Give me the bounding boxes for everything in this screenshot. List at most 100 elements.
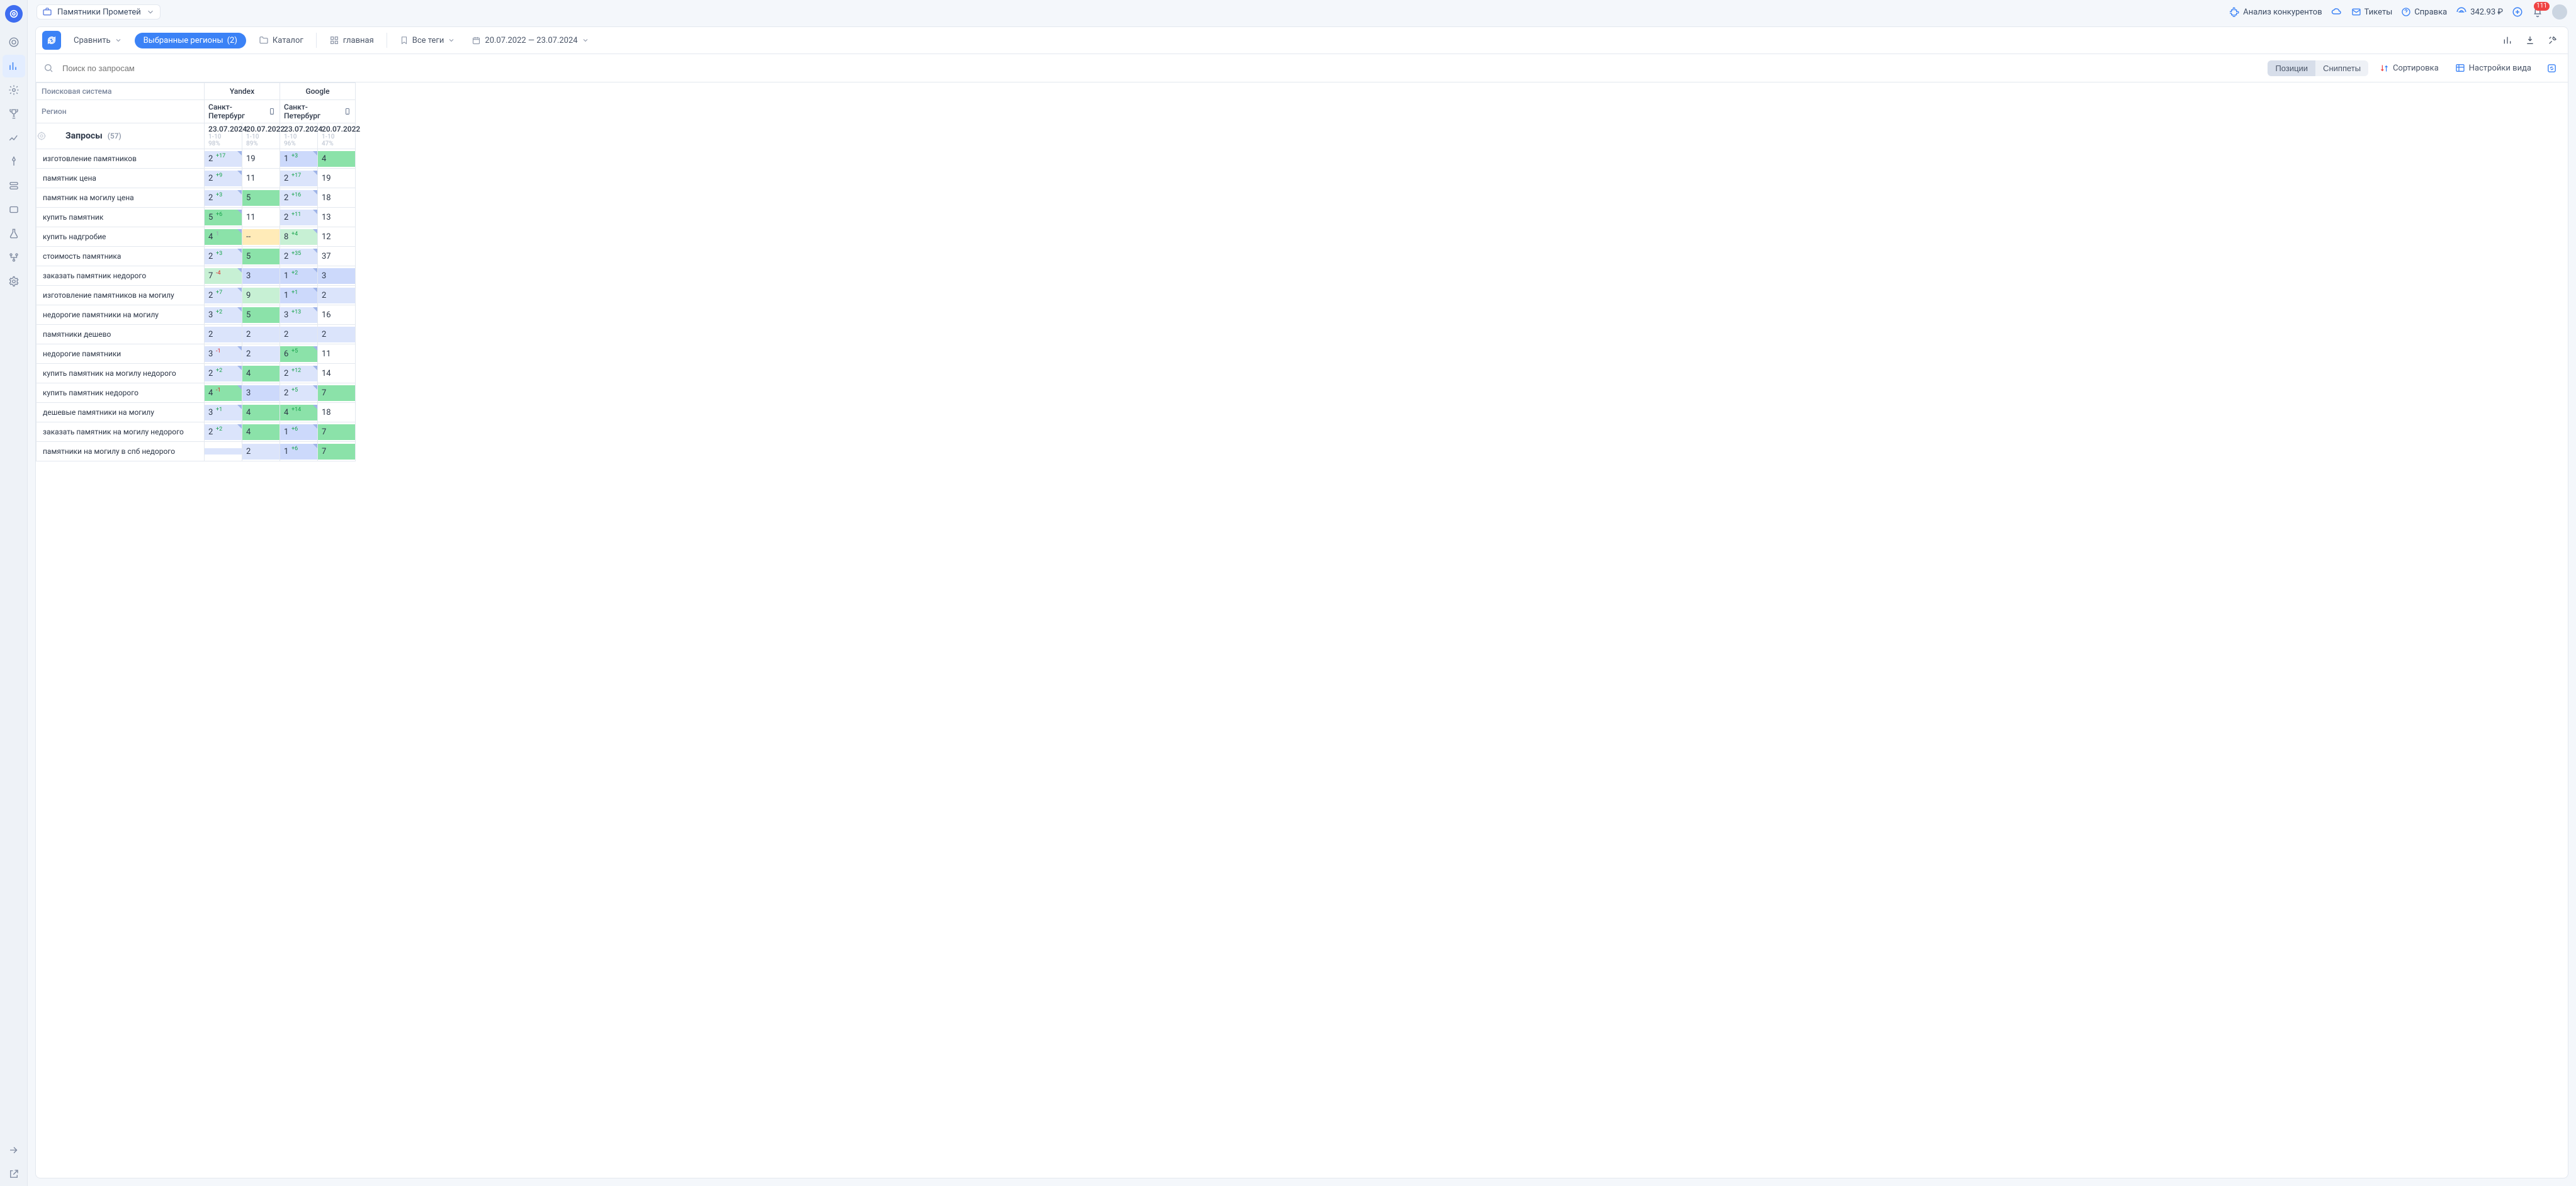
nav-settings-icon[interactable]	[3, 270, 25, 293]
date-range-picker[interactable]: 20.07.2022 — 23.07.2024	[468, 33, 592, 48]
position-cell[interactable]: 11	[242, 169, 280, 188]
position-cell[interactable]: 14	[318, 364, 356, 383]
query-cell[interactable]: заказать памятник на могилу недорого	[37, 422, 205, 442]
query-cell[interactable]: недорогие памятники на могилу	[37, 305, 205, 325]
query-cell[interactable]: купить памятник недорого	[37, 383, 205, 403]
nav-db-icon[interactable]	[3, 174, 25, 197]
position-cell[interactable]: 3+2	[205, 305, 242, 325]
nav-external-icon[interactable]	[3, 1163, 25, 1185]
position-cell[interactable]: 1+6	[280, 422, 318, 442]
th-date-1[interactable]: 20.07.20221-1089%	[242, 123, 280, 149]
position-cell[interactable]: 7	[318, 442, 356, 461]
help-link[interactable]: Справка	[2401, 7, 2447, 17]
position-cell[interactable]: 18	[318, 403, 356, 422]
position-cell[interactable]: 1+6	[280, 442, 318, 461]
tab-positions[interactable]: Позиции	[2268, 60, 2315, 76]
th-engine-yandex[interactable]: Yandex	[205, 83, 280, 100]
position-cell[interactable]: 4	[318, 149, 356, 169]
position-cell[interactable]: 13	[318, 208, 356, 227]
nav-box-icon[interactable]	[3, 198, 25, 221]
position-cell[interactable]: 4	[242, 364, 280, 383]
position-cell[interactable]: 2+2	[205, 422, 242, 442]
query-cell[interactable]: памятники дешево	[37, 325, 205, 344]
position-cell[interactable]: 2+9	[205, 169, 242, 188]
position-cell[interactable]: 41	[205, 227, 242, 247]
search-input[interactable]	[60, 61, 2261, 76]
position-cell[interactable]: 3	[318, 266, 356, 286]
positions-table-wrap[interactable]: Поисковая система Yandex Google Регион С…	[35, 82, 2568, 1178]
position-cell[interactable]: 2+2	[205, 364, 242, 383]
position-cell[interactable]: 2+11	[280, 208, 318, 227]
th-region-google[interactable]: Санкт-Петербург	[280, 100, 355, 123]
position-cell[interactable]: 5	[242, 188, 280, 208]
tab-snippets[interactable]: Сниппеты	[2315, 60, 2368, 76]
position-cell[interactable]: 2	[242, 325, 280, 344]
nav-target-icon[interactable]	[3, 31, 25, 54]
position-cell[interactable]: 37	[318, 247, 356, 266]
position-cell[interactable]: 1+2	[280, 266, 318, 286]
compare-dropdown[interactable]: Сравнить	[70, 33, 126, 48]
competitors-link[interactable]: Анализ конкурентов	[2230, 7, 2322, 17]
position-cell[interactable]: 1+3	[280, 149, 318, 169]
app-logo[interactable]	[5, 5, 23, 23]
position-cell[interactable]: 2+5	[280, 383, 318, 403]
query-cell[interactable]: заказать памятник недорого	[37, 266, 205, 286]
nav-tree-icon[interactable]	[3, 246, 25, 269]
add-button[interactable]	[2512, 6, 2523, 18]
position-cell[interactable]: 6+5	[280, 344, 318, 364]
position-cell[interactable]: 3	[242, 266, 280, 286]
queries-header[interactable]: Запросы	[65, 131, 103, 141]
position-cell[interactable]: 2	[242, 442, 280, 461]
notifications-button[interactable]: 111	[2532, 6, 2543, 18]
reload-view-button[interactable]	[2543, 59, 2560, 77]
position-cell[interactable]: 3+13	[280, 305, 318, 325]
nav-positions-icon[interactable]	[3, 55, 25, 77]
export-button[interactable]	[2521, 31, 2539, 49]
query-cell[interactable]: купить памятник	[37, 208, 205, 227]
nav-pin-icon[interactable]	[3, 150, 25, 173]
position-cell[interactable]: 2	[280, 325, 318, 344]
tickets-link[interactable]: Тикеты	[2351, 7, 2393, 17]
target-column-icon[interactable]	[37, 131, 59, 141]
main-group-button[interactable]: главная	[325, 33, 378, 48]
th-date-3[interactable]: 20.07.20221-1047%	[318, 123, 356, 149]
position-cell[interactable]: 11	[242, 208, 280, 227]
position-cell[interactable]: 3	[242, 383, 280, 403]
position-cell[interactable]: 7	[318, 383, 356, 403]
chart-view-button[interactable]	[2499, 31, 2516, 49]
position-cell[interactable]: 2+16	[280, 188, 318, 208]
position-cell[interactable]: 4-1	[205, 383, 242, 403]
regions-pill[interactable]: Выбранные регионы (2)	[135, 33, 246, 48]
project-selector[interactable]: Памятники Прометей	[37, 4, 161, 20]
refresh-button[interactable]	[42, 31, 61, 50]
position-cell[interactable]: 7-4	[205, 266, 242, 286]
catalog-button[interactable]: Каталог	[255, 33, 307, 48]
query-cell[interactable]: памятник цена	[37, 169, 205, 188]
position-cell[interactable]: 4+14	[280, 403, 318, 422]
nav-trophy-icon[interactable]	[3, 103, 25, 125]
position-cell[interactable]: 5	[242, 247, 280, 266]
query-cell[interactable]: стоимость памятника	[37, 247, 205, 266]
position-cell[interactable]: --	[242, 227, 280, 247]
balance-display[interactable]: 342.93 ₽	[2456, 6, 2503, 18]
query-cell[interactable]: дешевые памятники на могилу	[37, 403, 205, 422]
position-cell[interactable]: 19	[318, 169, 356, 188]
th-date-2[interactable]: 23.07.20241-1096%	[280, 123, 318, 149]
nav-chart-icon[interactable]	[3, 127, 25, 149]
position-cell[interactable]: 3+1	[205, 403, 242, 422]
position-cell[interactable]: 5	[242, 305, 280, 325]
query-cell[interactable]: изготовление памятников	[37, 149, 205, 169]
position-cell[interactable]: 4	[242, 403, 280, 422]
position-cell[interactable]: 2+17	[205, 149, 242, 169]
view-settings-button[interactable]: Настройки вида	[2450, 60, 2536, 76]
position-cell[interactable]: 2	[242, 344, 280, 364]
position-cell[interactable]: 9	[242, 286, 280, 305]
th-region-yandex[interactable]: Санкт-Петербург	[205, 100, 280, 123]
th-date-0[interactable]: 23.07.20241-1098%	[205, 123, 242, 149]
position-cell[interactable]: 11	[318, 344, 356, 364]
position-cell[interactable]: 2+17	[280, 169, 318, 188]
th-engine-google[interactable]: Google	[280, 83, 356, 100]
user-avatar[interactable]	[2552, 4, 2567, 20]
query-cell[interactable]: памятник на могилу цена	[37, 188, 205, 208]
position-cell[interactable]: 18	[318, 188, 356, 208]
